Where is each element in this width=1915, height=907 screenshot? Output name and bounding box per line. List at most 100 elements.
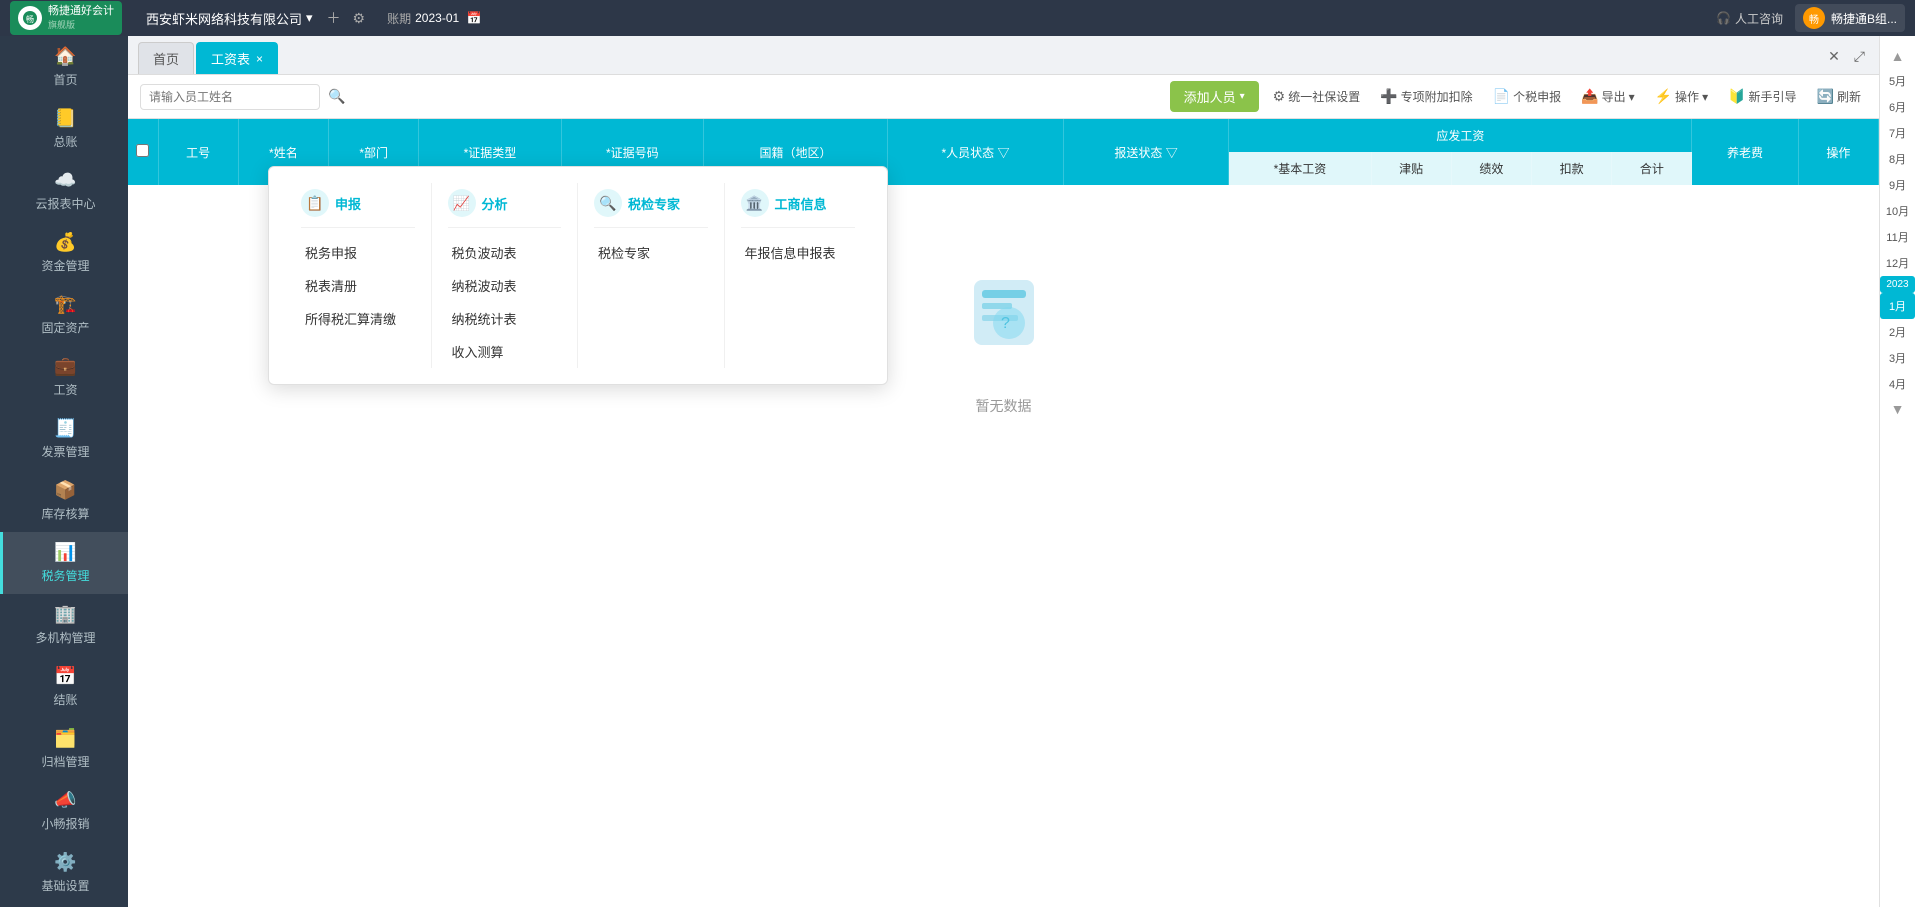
status-filter-icon[interactable]: ▽ [997,146,1009,160]
sidebar-item-salary[interactable]: 💼 工资 [0,346,128,408]
special-deduction-icon: ➕ [1380,88,1397,105]
month-8[interactable]: 8月 [1880,146,1915,172]
sub-header-subsidy: 津贴 [1371,152,1451,185]
sidebar-label-inventory: 库存核算 [41,505,89,522]
report-filter-icon[interactable]: ▽ [1166,146,1178,160]
fen-xi-title: 分析 [482,194,508,213]
search-input[interactable] [140,84,320,110]
sidebar-label-tax: 税务管理 [41,567,89,584]
period-icon: 📅 [54,666,76,687]
user-info[interactable]: 畅 畅捷通B组... [1795,4,1905,32]
month-12[interactable]: 12月 [1880,250,1915,276]
company-selector[interactable]: 西安虾米网络科技有限公司 ▾ [138,5,321,32]
period-value: 2023-01 📅 [415,11,481,25]
item-income-settle[interactable]: 所得税汇算清缴 [301,302,415,335]
sidebar-item-period-end[interactable]: 📅 结账 [0,656,128,718]
item-tax-stat[interactable]: 纳税统计表 [448,302,562,335]
sidebar-item-multi-org[interactable]: 🏢 多机构管理 [0,594,128,656]
month-4[interactable]: 4月 [1880,371,1915,397]
month-9[interactable]: 9月 [1880,172,1915,198]
panel-up-nav[interactable]: ▲ [1887,44,1909,68]
sidebar-item-basic-settings[interactable]: ⚙️ 基础设置 [0,842,128,904]
add-arrow-icon: ▾ [1240,91,1245,102]
sidebar-item-expense[interactable]: 📣 小畅报销 [0,780,128,842]
main-layout: 🏠 首页 📒 总账 ☁️ 云报表中心 💰 资金管理 🏗️ 固定资产 💼 工资 🧾… [0,36,1915,907]
header-salary-group: 应发工资 [1229,119,1692,152]
inventory-icon: 📦 [54,480,76,501]
month-11[interactable]: 11月 [1880,224,1915,250]
tab-close-button[interactable]: × [256,52,263,66]
sidebar-label-invoice: 发票管理 [41,443,89,460]
sidebar-item-inventory[interactable]: 📦 库存核算 [0,470,128,532]
item-tax-fluctuation[interactable]: 税负波动表 [448,236,562,269]
sidebar: 🏠 首页 📒 总账 ☁️ 云报表中心 💰 资金管理 🏗️ 固定资产 💼 工资 🧾… [0,36,128,907]
month-10[interactable]: 10月 [1880,198,1915,224]
social-insurance-icon: ⚙ [1273,88,1286,105]
export-button[interactable]: 📤 导出 ▾ [1575,84,1640,109]
company-name: 西安虾米网络科技有限公司 [146,9,302,28]
operations-label: 操作 [1675,88,1699,105]
month-1[interactable]: 1月 [1880,293,1915,319]
sidebar-label-ledger: 总账 [53,133,77,150]
add-icon[interactable]: ＋ [321,6,347,30]
empty-text: 暂无数据 [976,396,1032,416]
calendar-icon[interactable]: 📅 [467,11,482,25]
tab-salary-table[interactable]: 工资表 × [196,42,278,74]
social-insurance-button[interactable]: ⚙ 统一社保设置 [1267,84,1367,109]
item-income-calc[interactable]: 收入测算 [448,335,562,368]
sidebar-item-fixed-asset[interactable]: 🏗️ 固定资产 [0,284,128,346]
item-tax-check[interactable]: 税检专家 [594,236,708,269]
search-icon[interactable]: 🔍 [328,88,345,105]
top-bar-right: 🎧 人工咨询 畅 畅捷通B组... [1716,4,1905,32]
logo-title: 畅捷通好会计 [48,5,114,18]
item-annual-report[interactable]: 年报信息申报表 [741,236,856,269]
sub-header-total: 合计 [1612,152,1692,185]
tab-bar-right: ✕ ⤢ [1824,46,1869,71]
fen-xi-icon: 📈 [448,189,476,217]
sidebar-item-ledger[interactable]: 📒 总账 [0,98,128,160]
sub-header-base: *基本工资 [1229,152,1371,185]
refresh-button[interactable]: 🔄 刷新 [1811,84,1867,109]
sidebar-label-home: 首页 [53,71,77,88]
sidebar-item-fund[interactable]: 💰 资金管理 [0,222,128,284]
logo-icon: 畅 [18,6,42,30]
item-tax-declare[interactable]: 税务申报 [301,236,415,269]
tab-expand[interactable]: ⤢ [1850,46,1869,67]
logo-text-group: 畅捷通好会计 旗舰版 [48,5,114,31]
month-6[interactable]: 6月 [1880,94,1915,120]
add-employee-button[interactable]: 添加人员 ▾ [1170,81,1259,112]
shen-bao-title: 申报 [335,194,361,213]
social-insurance-label: 统一社保设置 [1288,88,1360,105]
tab-close-window[interactable]: ✕ [1824,46,1844,67]
month-2[interactable]: 2月 [1880,319,1915,345]
sidebar-item-archive[interactable]: 🗂️ 归档管理 [0,718,128,780]
sidebar-item-cloud-report[interactable]: ☁️ 云报表中心 [0,160,128,222]
special-deduction-button[interactable]: ➕ 专项附加扣除 [1374,84,1478,109]
tab-home[interactable]: 首页 [138,42,194,74]
month-3[interactable]: 3月 [1880,345,1915,371]
guide-action-icon: 🔰 [1728,88,1745,105]
header-operation: 操作 [1798,119,1878,185]
toolbar: 🔍 添加人员 ▾ ⚙ 统一社保设置 ➕ 专项附加扣除 📄 个税申报 📤 导出 [128,75,1879,119]
sidebar-label-settings: 基础设置 [41,877,89,894]
support-button[interactable]: 🎧 人工咨询 [1716,10,1783,27]
dropdown-section-fen-xi: 📈 分析 税负波动表 纳税波动表 纳税统计表 收入测算 [432,183,579,368]
operations-button[interactable]: ⚡ 操作 ▾ [1649,84,1714,109]
headset-icon: 🎧 [1716,11,1731,25]
refresh-label: 刷新 [1837,88,1861,105]
sidebar-item-home[interactable]: 🏠 首页 [0,36,128,98]
guide-action-button[interactable]: 🔰 新手引导 [1722,84,1802,109]
settings-icon[interactable]: ⚙ [347,8,372,29]
item-tax-table[interactable]: 税表清册 [301,269,415,302]
sidebar-item-invoice[interactable]: 🧾 发票管理 [0,408,128,470]
month-7[interactable]: 7月 [1880,120,1915,146]
tax-return-button[interactable]: 📄 个税申报 [1487,84,1567,109]
select-all-checkbox[interactable] [136,144,149,157]
item-tax-wave[interactable]: 纳税波动表 [448,269,562,302]
sidebar-label-org: 多机构管理 [35,629,95,646]
sidebar-item-tax[interactable]: 📊 税务管理 [0,532,128,594]
month-5[interactable]: 5月 [1880,68,1915,94]
panel-down-nav[interactable]: ▼ [1887,397,1909,421]
special-deduction-label: 专项附加扣除 [1401,88,1473,105]
tax-icon: 📊 [54,542,76,563]
